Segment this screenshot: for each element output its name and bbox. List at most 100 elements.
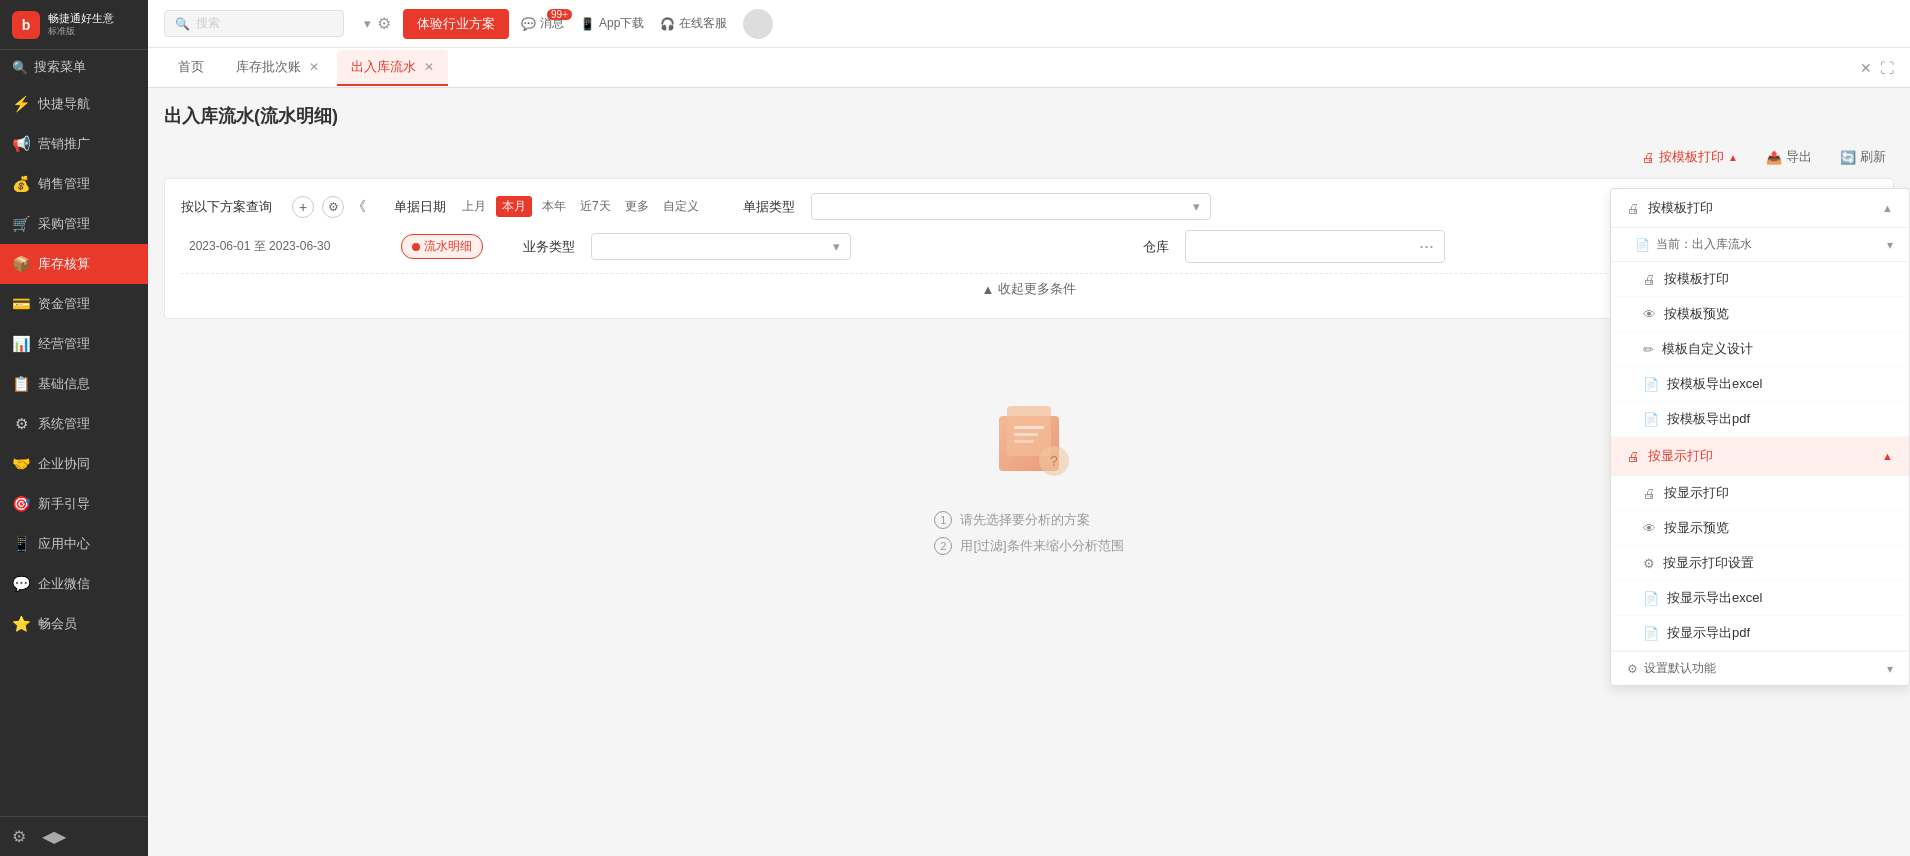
dropdown-item-display-settings[interactable]: ⚙ 按显示打印设置 [1611,546,1909,581]
dropdown-display-header[interactable]: 🖨 按显示打印 ▲ [1611,437,1909,476]
doc-type-label: 单据类型 [743,198,795,216]
sidebar-search[interactable]: 🔍 搜索菜单 [0,50,148,84]
sidebar-item-wechat[interactable]: 💬 企业微信 [0,564,148,604]
sidebar-item-purchase[interactable]: 🛒 采购管理 [0,204,148,244]
app-icon: 📱 [580,17,595,31]
date-preset-custom[interactable]: 自定义 [659,196,703,217]
business-type-filter: 业务类型 ▾ [523,233,1111,260]
sidebar-item-finance[interactable]: 💳 资金管理 [0,284,148,324]
date-preset-this-month[interactable]: 本月 [496,196,532,217]
dropdown-item-template-custom[interactable]: ✏ 模板自定义设计 [1611,332,1909,367]
filter-settings-btn[interactable]: ⚙ [322,196,344,218]
user-avatar[interactable] [743,9,773,39]
empty-steps-list: 1 请先选择要分析的方案 2 用[过滤]条件来缩小分析范围 [934,511,1123,563]
topbar-search-box[interactable]: 🔍 搜索 [164,10,344,37]
warehouse-select[interactable]: ··· [1185,230,1445,263]
tab-batch-close[interactable]: ✕ [309,60,319,74]
search-icon: 🔍 [12,60,28,75]
dropdown-footer-label: 设置默认功能 [1644,660,1716,677]
filter-tag-item[interactable]: 流水明细 [401,234,483,259]
sidebar-item-enterprise[interactable]: 🤝 企业协同 [0,444,148,484]
dropdown-template-header[interactable]: 🖨 按模板打印 ▲ [1611,189,1909,228]
sales-icon: 💰 [12,175,30,193]
date-preset-last-month[interactable]: 上月 [458,196,490,217]
message-btn[interactable]: 💬 消息 99+ [521,15,564,32]
tab-batch[interactable]: 库存批次账 ✕ [222,50,333,86]
sidebar-item-basic-info[interactable]: 📋 基础信息 [0,364,148,404]
sidebar-settings-icon[interactable]: ⚙ [12,827,26,846]
sidebar-collapse-icon[interactable]: ◀▶ [42,827,66,846]
svg-text:?: ? [1050,453,1058,469]
page-content: 出入库流水(流水明细) 🖨 按模板打印 ▲ 📤 导出 🔄 刷新 按以下方案查询 [148,88,1910,856]
dropdown-item-template-preview[interactable]: 👁 按模板预览 [1611,297,1909,332]
business-type-select[interactable]: ▾ [591,233,851,260]
filter-tag-dot [412,243,420,251]
industry-btn[interactable]: 体验行业方案 [403,9,509,39]
sidebar-item-sales[interactable]: 💰 销售管理 [0,164,148,204]
online-service-btn[interactable]: 🎧 在线客服 [660,15,727,32]
template-preview-icon: 👁 [1643,307,1656,322]
display-excel-icon: 📄 [1643,591,1659,606]
date-preset-more[interactable]: 更多 [621,196,653,217]
print-template-btn[interactable]: 🖨 按模板打印 ▲ [1634,144,1746,170]
sidebar-item-operations[interactable]: 📊 经营管理 [0,324,148,364]
topbar-dropdown-icon[interactable]: ▾ [364,16,371,31]
doc-type-select[interactable]: ▾ [811,193,1211,220]
refresh-btn[interactable]: 🔄 刷新 [1832,144,1894,170]
topbar-gear-icon[interactable]: ⚙ [377,14,391,33]
tabs-bar: 首页 库存批次账 ✕ 出入库流水 ✕ ✕ ⛶ [148,48,1910,88]
topbar-search-icon: 🔍 [175,17,190,31]
tab-expand-icon[interactable]: ⛶ [1880,60,1894,76]
date-preset-7days[interactable]: 近7天 [576,196,615,217]
sidebar-item-marketing[interactable]: 📢 营销推广 [0,124,148,164]
refresh-icon: 🔄 [1840,150,1856,165]
template-print-icon: 🖨 [1643,272,1656,287]
empty-illustration: ? [979,391,1079,491]
sidebar-item-system[interactable]: ⚙ 系统管理 [0,404,148,444]
filter-collapse-btn[interactable]: 《 [352,198,366,216]
filter-add-btn[interactable]: + [292,196,314,218]
dropdown-top-scroll[interactable]: ▲ [1882,202,1893,214]
dropdown-item-display-excel[interactable]: 📄 按显示导出excel [1611,581,1909,616]
warehouse-label: 仓库 [1143,238,1169,256]
dropdown-item-template-pdf[interactable]: 📄 按模板导出pdf [1611,402,1909,437]
empty-step-1: 1 请先选择要分析的方案 [934,511,1123,529]
app-download-btn[interactable]: 📱 App下载 [580,15,644,32]
filter-tag-label: 流水明细 [424,238,472,255]
svg-rect-2 [1014,426,1044,429]
topbar-icons: 💬 消息 99+ 📱 App下载 🎧 在线客服 [521,9,773,39]
dropdown-item-display-pdf[interactable]: 📄 按显示导出pdf [1611,616,1909,651]
dropdown-current-template[interactable]: 📄 当前：出入库流水 ▾ [1611,228,1909,262]
dropdown-footer-arrow: ▾ [1887,662,1893,676]
sidebar-item-app-center[interactable]: 📱 应用中心 [0,524,148,564]
business-type-label: 业务类型 [523,238,575,256]
sidebar-item-quick-nav[interactable]: ⚡ 快捷导航 [0,84,148,124]
dropdown-footer[interactable]: ⚙ 设置默认功能 ▾ [1611,651,1909,685]
export-btn[interactable]: 📤 导出 [1758,144,1820,170]
collapse-arrow-icon: ▲ [982,282,995,297]
dropdown-item-display-preview[interactable]: 👁 按显示预览 [1611,511,1909,546]
tab-home[interactable]: 首页 [164,50,218,86]
print-chevron-up: ▲ [1728,152,1738,163]
sidebar-item-guide[interactable]: 🎯 新手引导 [0,484,148,524]
sidebar-item-member[interactable]: ⭐ 畅会员 [0,604,148,644]
dropdown-item-template-excel[interactable]: 📄 按模板导出excel [1611,367,1909,402]
warehouse-more-btn[interactable]: ··· [1419,236,1434,257]
tab-flow[interactable]: 出入库流水 ✕ [337,50,448,86]
filter-actions: + ⚙ 《 [292,196,366,218]
logo-icon: b [12,11,40,39]
svg-rect-3 [1014,433,1038,436]
doc-type-arrow: ▾ [1193,199,1200,214]
dropdown-item-template-print[interactable]: 🖨 按模板打印 [1611,262,1909,297]
date-preset-this-year[interactable]: 本年 [538,196,570,217]
dropdown-item-display-print[interactable]: 🖨 按显示打印 [1611,476,1909,511]
sidebar-nav: ⚡ 快捷导航 📢 营销推广 💰 销售管理 🛒 采购管理 📦 库存核算 💳 资金管… [0,84,148,816]
display-pdf-icon: 📄 [1643,626,1659,641]
system-icon: ⚙ [12,415,30,433]
tab-flow-close[interactable]: ✕ [424,60,434,74]
sidebar-item-inventory[interactable]: 📦 库存核算 [0,244,148,284]
wechat-icon: 💬 [12,575,30,593]
tab-close-all-icon[interactable]: ✕ [1860,60,1872,76]
template-custom-icon: ✏ [1643,342,1654,357]
svg-rect-4 [1014,440,1034,443]
